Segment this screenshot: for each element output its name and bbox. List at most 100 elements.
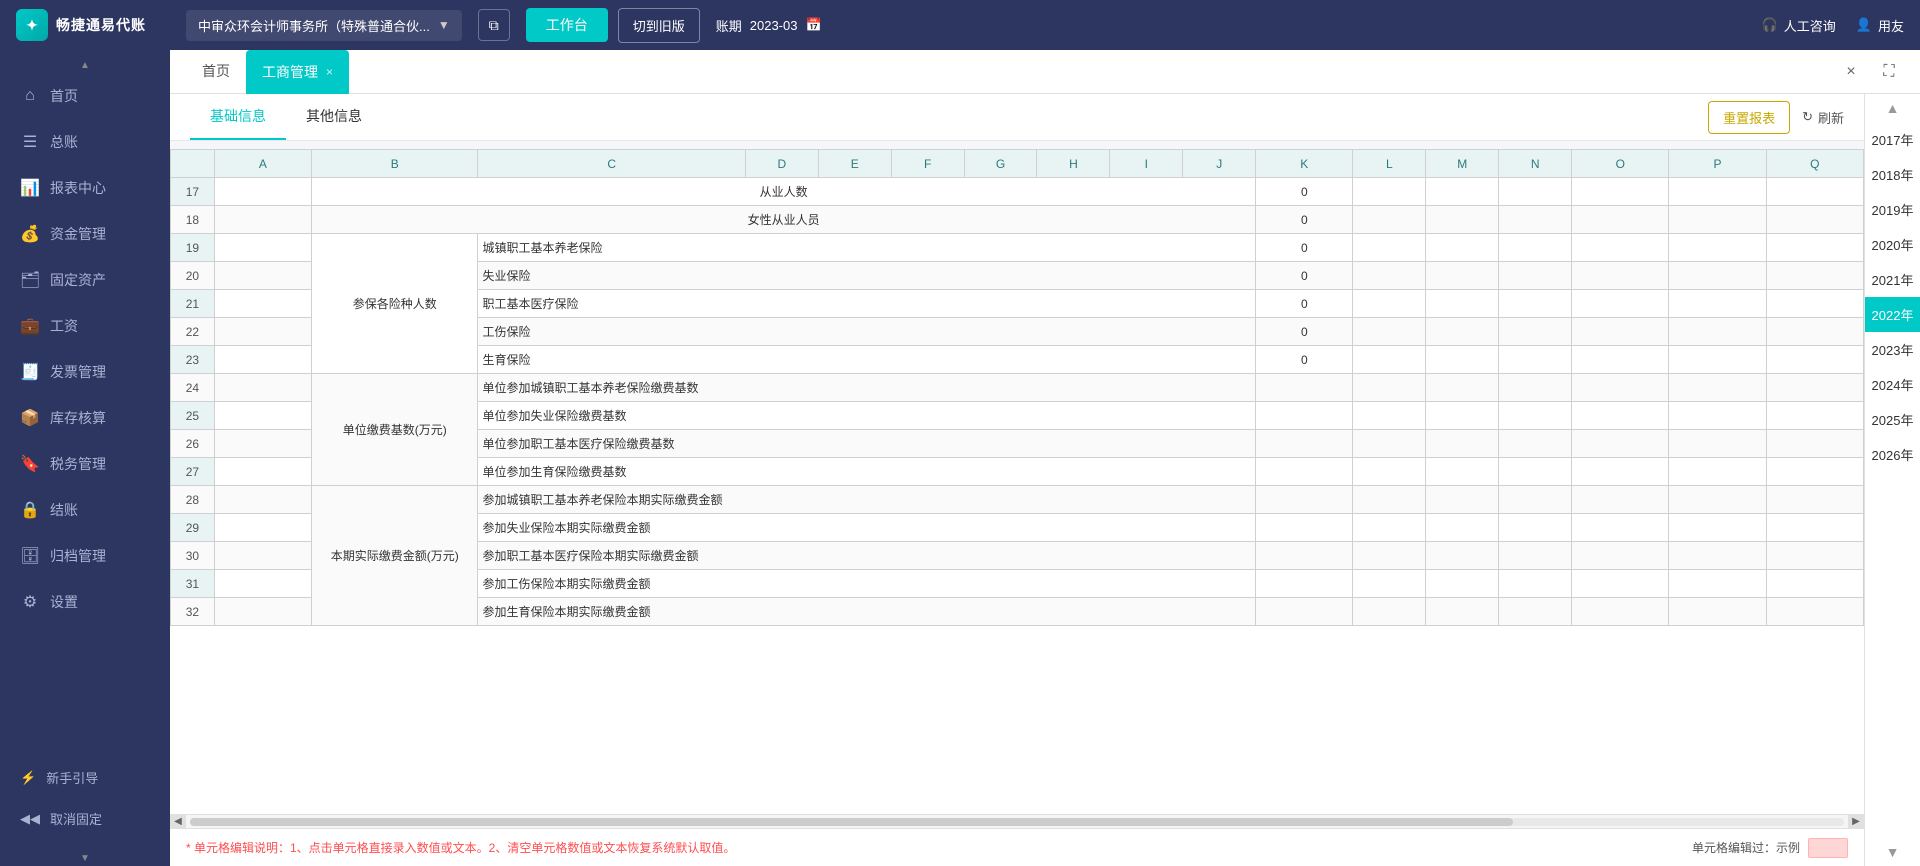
tab-expand-button[interactable]: ⛶ bbox=[1874, 57, 1904, 87]
cell-a[interactable] bbox=[214, 262, 311, 290]
cell-empty[interactable] bbox=[1766, 570, 1863, 598]
sidebar-item-funds[interactable]: 💰 资金管理 bbox=[0, 211, 170, 257]
sidebar-item-settings[interactable]: ⚙ 设置 bbox=[0, 579, 170, 625]
cell-empty[interactable] bbox=[1766, 514, 1863, 542]
cell-empty[interactable] bbox=[1766, 346, 1863, 374]
cell-empty[interactable] bbox=[1572, 514, 1669, 542]
scroll-right-btn[interactable]: ▶ bbox=[1848, 815, 1864, 829]
cell-empty[interactable] bbox=[1499, 430, 1572, 458]
cell-empty[interactable] bbox=[1572, 206, 1669, 234]
cell-a[interactable] bbox=[214, 514, 311, 542]
cell-empty[interactable] bbox=[1766, 374, 1863, 402]
cell-a[interactable] bbox=[214, 374, 311, 402]
cell-empty[interactable] bbox=[1426, 570, 1499, 598]
sidebar-scroll-down[interactable]: ▼ bbox=[0, 851, 170, 866]
cell-empty[interactable] bbox=[1353, 318, 1426, 346]
cell-empty[interactable] bbox=[1572, 178, 1669, 206]
cell-empty[interactable] bbox=[1669, 262, 1766, 290]
cell-empty[interactable] bbox=[1766, 290, 1863, 318]
cell-empty[interactable] bbox=[1353, 374, 1426, 402]
cell-empty[interactable] bbox=[1353, 206, 1426, 234]
cell-empty[interactable] bbox=[1572, 346, 1669, 374]
cell-empty[interactable] bbox=[1426, 178, 1499, 206]
cell-empty[interactable] bbox=[1256, 430, 1353, 458]
cell-empty[interactable] bbox=[1499, 346, 1572, 374]
cell-c[interactable]: 单位参加职工基本医疗保险缴费基数 bbox=[478, 430, 1256, 458]
cell-c[interactable]: 职工基本医疗保险 bbox=[478, 290, 1256, 318]
cell-k[interactable]: 0 bbox=[1256, 234, 1353, 262]
cell-empty[interactable] bbox=[1256, 542, 1353, 570]
cell-empty[interactable] bbox=[1499, 570, 1572, 598]
year-item[interactable]: 2024年 bbox=[1865, 367, 1920, 402]
cell-empty[interactable] bbox=[1353, 430, 1426, 458]
tab-close-icon[interactable]: × bbox=[326, 65, 333, 79]
cell-k[interactable]: 0 bbox=[1256, 290, 1353, 318]
cell-empty[interactable] bbox=[1766, 486, 1863, 514]
tab-home[interactable]: 首页 bbox=[186, 50, 246, 94]
cell-empty[interactable] bbox=[1426, 458, 1499, 486]
cell-c[interactable]: 参加城镇职工基本养老保险本期实际缴费金额 bbox=[478, 486, 1256, 514]
cell-k[interactable]: 0 bbox=[1256, 178, 1353, 206]
cell-empty[interactable] bbox=[1669, 570, 1766, 598]
cell-empty[interactable] bbox=[1766, 542, 1863, 570]
sidebar-item-ledger[interactable]: ☰ 总账 bbox=[0, 119, 170, 165]
cell-empty[interactable] bbox=[1353, 542, 1426, 570]
cell-a[interactable] bbox=[214, 178, 311, 206]
user-area[interactable]: 👤 用友 bbox=[1856, 16, 1904, 35]
cell-c[interactable]: 单位参加城镇职工基本养老保险缴费基数 bbox=[478, 374, 1256, 402]
year-item[interactable]: 2017年 bbox=[1865, 122, 1920, 157]
cell-empty[interactable] bbox=[1669, 374, 1766, 402]
cell-empty[interactable] bbox=[1766, 318, 1863, 346]
cell-empty[interactable] bbox=[1426, 486, 1499, 514]
cell-empty[interactable] bbox=[1353, 486, 1426, 514]
cell-empty[interactable] bbox=[1353, 598, 1426, 626]
year-panel-up[interactable]: ▲ bbox=[1865, 94, 1920, 122]
sub-tab-other[interactable]: 其他信息 bbox=[286, 94, 382, 140]
sidebar-item-tax[interactable]: 🔖 税务管理 bbox=[0, 441, 170, 487]
cell-a[interactable] bbox=[214, 290, 311, 318]
cell-empty[interactable] bbox=[1426, 262, 1499, 290]
cell-empty[interactable] bbox=[1572, 402, 1669, 430]
cell-empty[interactable] bbox=[1766, 430, 1863, 458]
sidebar-item-invoice[interactable]: 🧾 发票管理 bbox=[0, 349, 170, 395]
cell-empty[interactable] bbox=[1426, 514, 1499, 542]
cell-empty[interactable] bbox=[1426, 290, 1499, 318]
cell-empty[interactable] bbox=[1572, 598, 1669, 626]
cell-empty[interactable] bbox=[1499, 486, 1572, 514]
sidebar-item-inventory[interactable]: 📦 库存核算 bbox=[0, 395, 170, 441]
cell-empty[interactable] bbox=[1499, 374, 1572, 402]
cell-c[interactable]: 工伤保险 bbox=[478, 318, 1256, 346]
cell-a[interactable] bbox=[214, 402, 311, 430]
cell-a[interactable] bbox=[214, 318, 311, 346]
cell-b[interactable]: 从业人数 bbox=[311, 178, 1255, 206]
cell-empty[interactable] bbox=[1572, 570, 1669, 598]
cell-empty[interactable] bbox=[1572, 486, 1669, 514]
company-selector[interactable]: 中审众环会计师事务所（特殊普通合伙... ▼ bbox=[186, 10, 462, 41]
cell-a[interactable] bbox=[214, 346, 311, 374]
cell-empty[interactable] bbox=[1669, 178, 1766, 206]
cell-a[interactable] bbox=[214, 234, 311, 262]
cell-k[interactable]: 0 bbox=[1256, 318, 1353, 346]
cell-a[interactable] bbox=[214, 206, 311, 234]
cell-empty[interactable] bbox=[1669, 402, 1766, 430]
cell-empty[interactable] bbox=[1426, 402, 1499, 430]
year-item[interactable]: 2019年 bbox=[1865, 192, 1920, 227]
cell-empty[interactable] bbox=[1426, 206, 1499, 234]
cell-empty[interactable] bbox=[1353, 262, 1426, 290]
cell-empty[interactable] bbox=[1669, 542, 1766, 570]
cell-empty[interactable] bbox=[1766, 458, 1863, 486]
sidebar-item-close[interactable]: 🔒 结账 bbox=[0, 487, 170, 533]
cell-empty[interactable] bbox=[1669, 458, 1766, 486]
cell-empty[interactable] bbox=[1572, 458, 1669, 486]
cell-empty[interactable] bbox=[1499, 598, 1572, 626]
cell-k[interactable]: 0 bbox=[1256, 346, 1353, 374]
reset-report-button[interactable]: 重置报表 bbox=[1708, 101, 1790, 134]
cell-empty[interactable] bbox=[1256, 514, 1353, 542]
cell-empty[interactable] bbox=[1572, 318, 1669, 346]
cell-empty[interactable] bbox=[1499, 514, 1572, 542]
sub-tab-basic[interactable]: 基础信息 bbox=[190, 94, 286, 140]
year-item[interactable]: 2025年 bbox=[1865, 402, 1920, 437]
cell-empty[interactable] bbox=[1572, 374, 1669, 402]
cell-empty[interactable] bbox=[1766, 402, 1863, 430]
sidebar-item-assets[interactable]: 🗂 固定资产 bbox=[0, 257, 170, 303]
